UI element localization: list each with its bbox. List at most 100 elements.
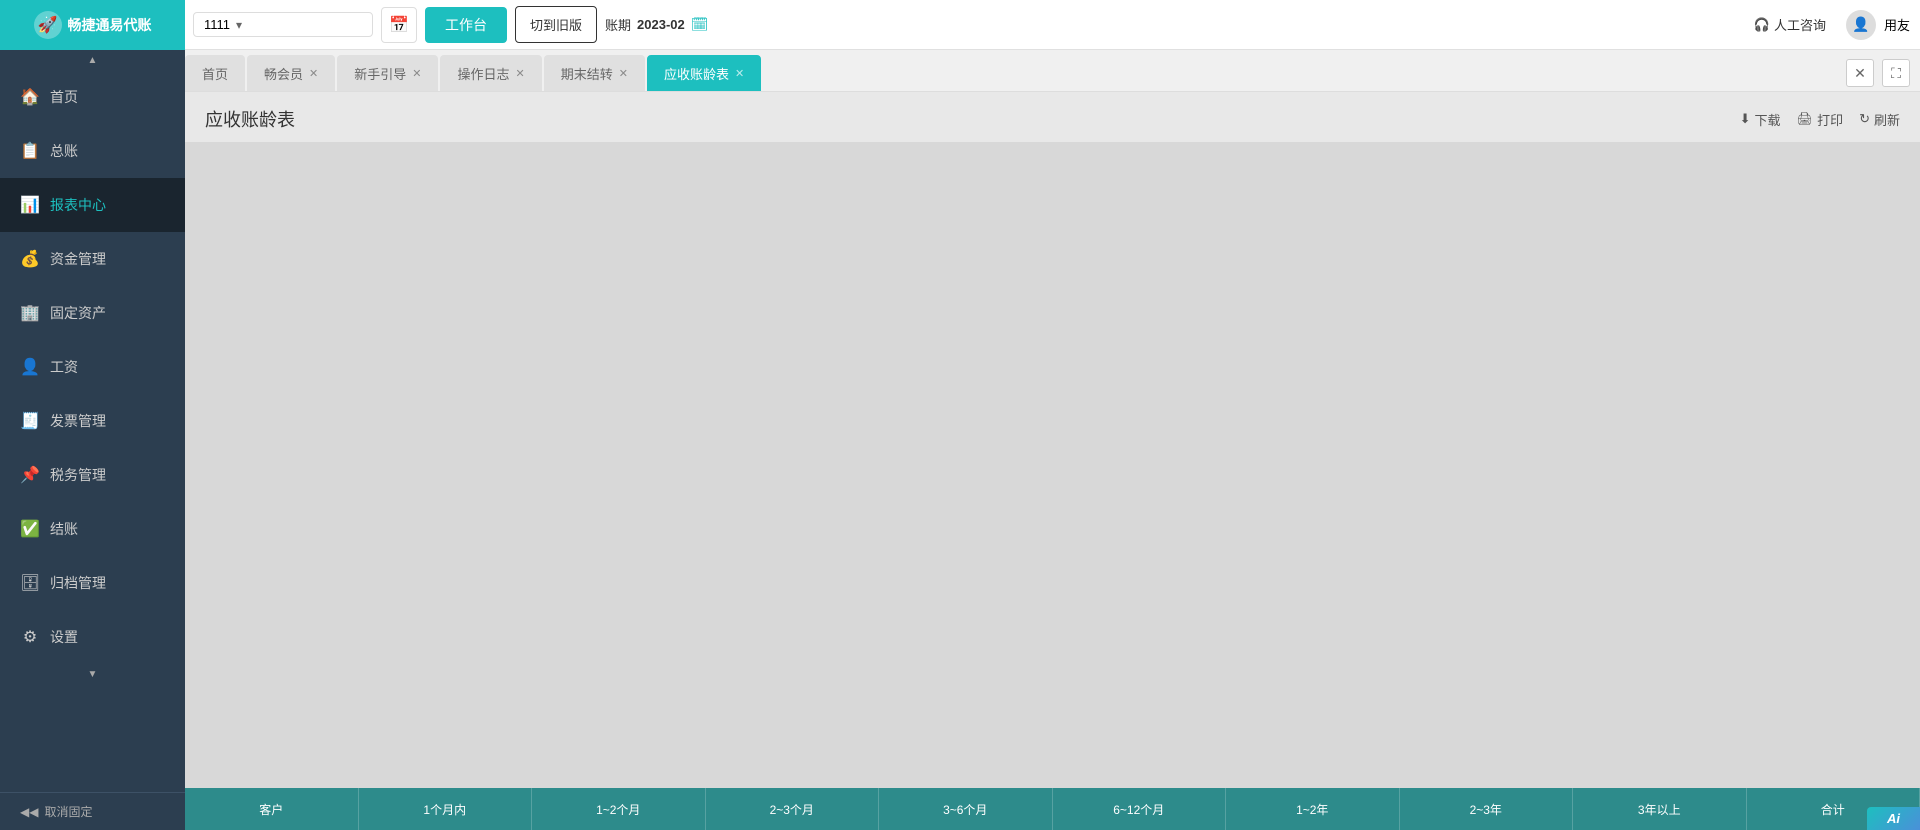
consulting-button[interactable]: 🎧 人工咨询 <box>1754 15 1826 34</box>
col-total-label: 合计 <box>1821 801 1845 818</box>
tab-log[interactable]: 操作日志 ✕ <box>440 55 541 91</box>
col-12month: 6~12个月 <box>1053 788 1227 830</box>
tab-member[interactable]: 畅会员 ✕ <box>247 55 335 91</box>
sidebar-label-salary: 工资 <box>50 357 78 377</box>
logo-text: 🚀 畅捷通易代账 <box>34 11 152 39</box>
col-3year: 3年以上 <box>1573 788 1747 830</box>
tab-aging-close[interactable]: ✕ <box>735 67 744 80</box>
user-name: 用友 <box>1884 15 1910 34</box>
col-1year-label: 1~2年 <box>1296 801 1328 818</box>
consulting-label: 人工咨询 <box>1774 15 1826 34</box>
tab-expand-button[interactable]: ⛶ <box>1882 59 1910 87</box>
settings-icon: ⚙ <box>20 627 40 647</box>
top-header: 🚀 畅捷通易代账 1111 ▾ 📅 工作台 切到旧版 账期 2023-02 🗓 … <box>0 0 1920 50</box>
col-3month: 2~3个月 <box>706 788 880 830</box>
tab-close-all-button[interactable]: ✕ <box>1846 59 1874 87</box>
sidebar-item-reports[interactable]: 📊 报表中心 <box>0 178 185 232</box>
sidebar-scroll-up[interactable]: ▲ <box>0 50 185 70</box>
calendar-small-icon[interactable]: 🗓 <box>691 16 709 33</box>
tab-log-close[interactable]: ✕ <box>516 67 525 80</box>
headset-icon: 🎧 <box>1754 17 1770 33</box>
archive-icon: 🗄 <box>20 573 40 593</box>
main-layout: ▲ 🏠 首页 📋 总账 📊 报表中心 💰 资金管理 🏢 固定资产 👤 工资 🧾 … <box>0 50 1920 830</box>
tab-guide-close[interactable]: ✕ <box>412 67 421 80</box>
workbench-button[interactable]: 工作台 <box>425 7 507 43</box>
salary-icon: 👤 <box>20 357 40 377</box>
sidebar-label-reports: 报表中心 <box>50 195 106 215</box>
col-2year: 2~3年 <box>1400 788 1574 830</box>
tab-home[interactable]: 首页 <box>185 55 245 91</box>
tab-aging[interactable]: 应收账龄表 ✕ <box>647 55 761 91</box>
sidebar-scroll-down[interactable]: ▼ <box>0 664 185 684</box>
sidebar-item-tax[interactable]: 📌 税务管理 <box>0 448 185 502</box>
header-right: 🎧 人工咨询 👤 用友 <box>1754 10 1910 40</box>
ledger-icon: 📋 <box>20 141 40 161</box>
tab-member-label: 畅会员 <box>264 64 303 83</box>
tab-right-buttons: ✕ ⛶ <box>1846 59 1920 91</box>
content-area: 首页 畅会员 ✕ 新手引导 ✕ 操作日志 ✕ 期末结转 ✕ 应收账龄表 ✕ <box>185 50 1920 830</box>
sidebar-item-invoice[interactable]: 🧾 发票管理 <box>0 394 185 448</box>
period-area: 账期 2023-02 🗓 <box>605 15 709 34</box>
col-6month: 3~6个月 <box>879 788 1053 830</box>
sidebar-label-tax: 税务管理 <box>50 465 106 485</box>
download-button[interactable]: ⬇ 下载 <box>1740 110 1781 129</box>
collapse-label: 取消固定 <box>44 803 92 820</box>
tab-bar: 首页 畅会员 ✕ 新手引导 ✕ 操作日志 ✕ 期末结转 ✕ 应收账龄表 ✕ <box>185 50 1920 92</box>
col-12month-label: 6~12个月 <box>1113 801 1164 818</box>
reports-icon: 📊 <box>20 195 40 215</box>
sidebar-item-salary[interactable]: 👤 工资 <box>0 340 185 394</box>
period-value: 2023-02 <box>637 17 685 32</box>
tab-period-label: 期末结转 <box>561 64 613 83</box>
sidebar-item-archive[interactable]: 🗄 归档管理 <box>0 556 185 610</box>
funds-icon: 💰 <box>20 249 40 269</box>
tab-member-close[interactable]: ✕ <box>309 67 318 80</box>
col-6month-label: 3~6个月 <box>943 801 987 818</box>
user-area[interactable]: 👤 用友 <box>1846 10 1910 40</box>
page-title: 应收账龄表 <box>205 106 295 132</box>
sidebar-label-assets: 固定资产 <box>50 303 106 323</box>
print-button[interactable]: 🖨 打印 <box>1797 110 1844 129</box>
avatar: 👤 <box>1846 10 1876 40</box>
sidebar-item-home[interactable]: 🏠 首页 <box>0 70 185 124</box>
col-1month-label: 1个月内 <box>423 801 466 818</box>
col-1year: 1~2年 <box>1226 788 1400 830</box>
logo-area: 🚀 畅捷通易代账 <box>0 0 185 50</box>
checkout-icon: ✅ <box>20 519 40 539</box>
sidebar-item-assets[interactable]: 🏢 固定资产 <box>0 286 185 340</box>
col-customer-label: 客户 <box>259 801 283 818</box>
tab-period[interactable]: 期末结转 ✕ <box>544 55 645 91</box>
col-2month-label: 1~2个月 <box>596 801 640 818</box>
sidebar-label-funds: 资金管理 <box>50 249 106 269</box>
sidebar-item-checkout[interactable]: ✅ 结账 <box>0 502 185 556</box>
tab-aging-label: 应收账龄表 <box>664 64 729 83</box>
sidebar-collapse-btn[interactable]: ◀◀ 取消固定 <box>0 792 185 830</box>
download-label: 下载 <box>1755 110 1781 129</box>
invoice-icon: 🧾 <box>20 411 40 431</box>
company-selector[interactable]: 1111 ▾ <box>193 12 373 37</box>
col-2month: 1~2个月 <box>532 788 706 830</box>
logo-icon: 🚀 <box>34 11 62 39</box>
tab-period-close[interactable]: ✕ <box>619 67 628 80</box>
print-icon: 🖨 <box>1797 111 1814 127</box>
col-1month: 1个月内 <box>359 788 533 830</box>
col-3month-label: 2~3个月 <box>770 801 814 818</box>
pin-icon: ◀◀ <box>20 805 38 819</box>
bottom-table-header: 客户 1个月内 1~2个月 2~3个月 3~6个月 6~12个月 <box>185 788 1920 830</box>
ai-badge: Ai <box>1867 807 1920 830</box>
company-name: 1111 <box>204 17 230 32</box>
tab-guide-label: 新手引导 <box>354 64 406 83</box>
dropdown-arrow-icon: ▾ <box>236 18 242 32</box>
sidebar-item-funds[interactable]: 💰 资金管理 <box>0 232 185 286</box>
tab-guide[interactable]: 新手引导 ✕ <box>337 55 438 91</box>
calendar-icon[interactable]: 📅 <box>381 7 417 43</box>
sidebar-label-archive: 归档管理 <box>50 573 106 593</box>
refresh-button[interactable]: ↻ 刷新 <box>1859 110 1900 129</box>
col-customer: 客户 <box>185 788 359 830</box>
sidebar-item-ledger[interactable]: 📋 总账 <box>0 124 185 178</box>
page-content: 应收账龄表 ⬇ 下载 🖨 打印 ↻ 刷新 <box>185 92 1920 830</box>
sidebar-item-settings[interactable]: ⚙ 设置 <box>0 610 185 664</box>
col-3year-label: 3年以上 <box>1638 801 1681 818</box>
period-label: 账期 <box>605 15 631 34</box>
download-icon: ⬇ <box>1740 111 1751 127</box>
switch-old-button[interactable]: 切到旧版 <box>515 6 597 43</box>
